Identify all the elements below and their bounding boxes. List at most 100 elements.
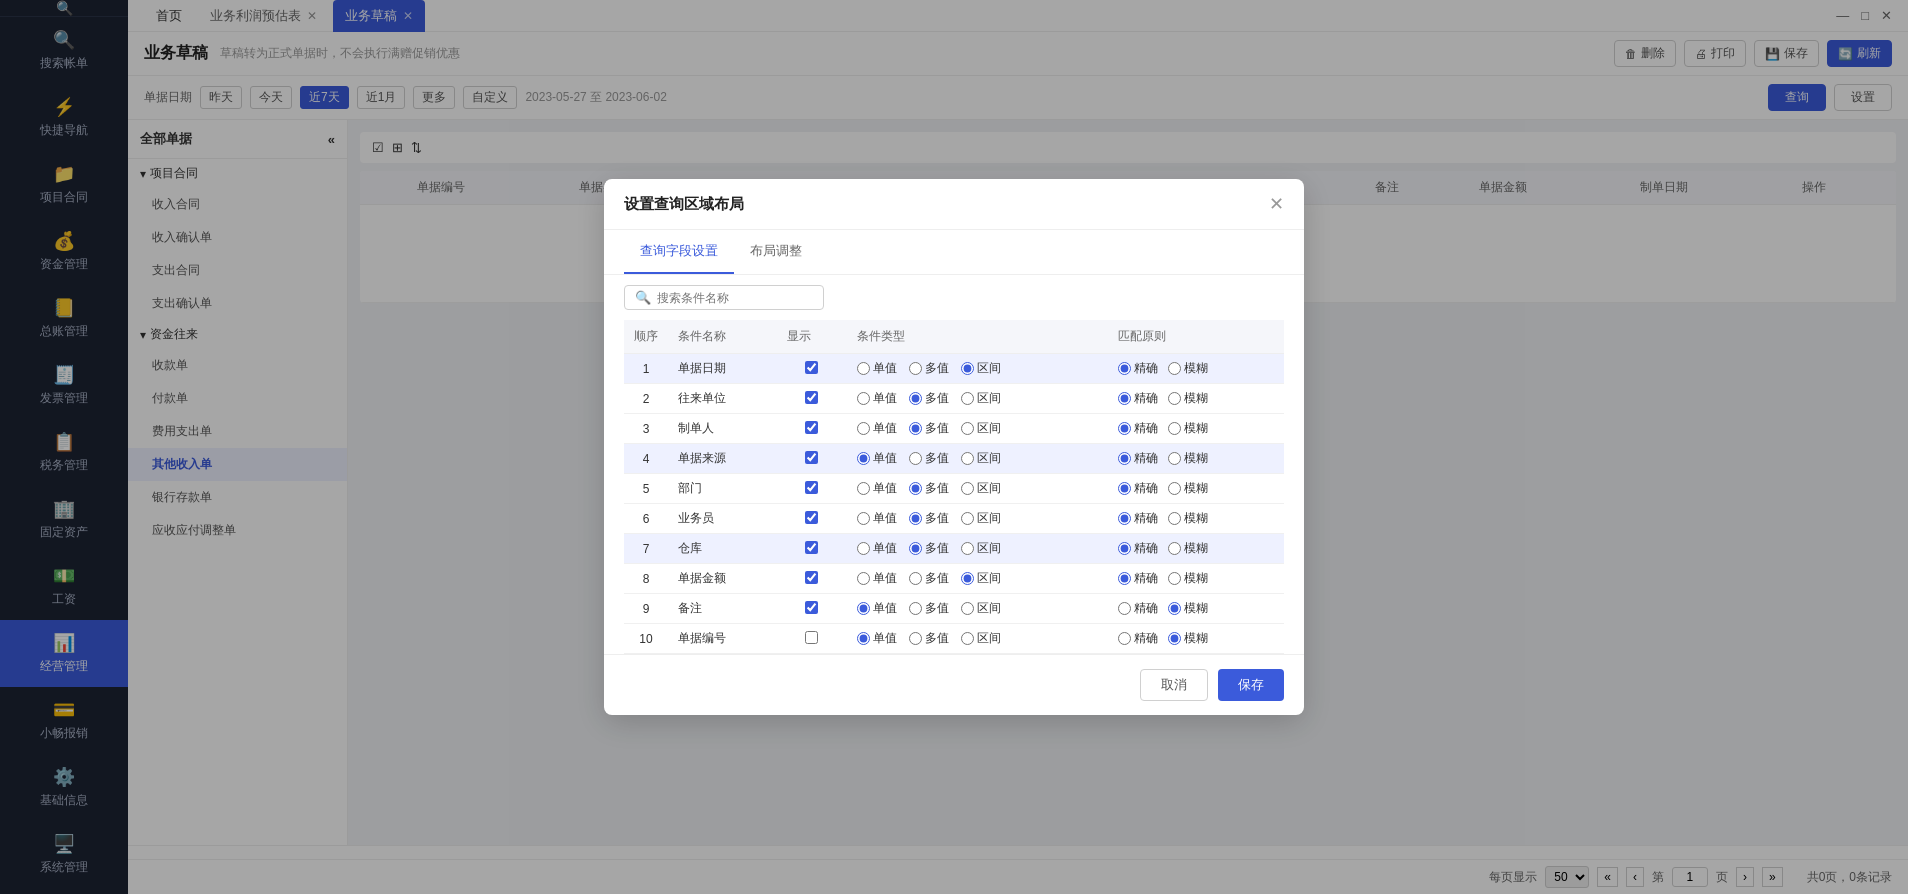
- show-checkbox-7[interactable]: [805, 571, 818, 584]
- modal-save-button[interactable]: 保存: [1218, 669, 1284, 701]
- show-checkbox-0[interactable]: [805, 361, 818, 374]
- modal-table-row: 5 部门 单值多值区间 精确模糊: [624, 474, 1284, 504]
- match-fuzzy-8[interactable]: 模糊: [1168, 600, 1208, 617]
- cond-range-3[interactable]: 区间: [961, 450, 1001, 467]
- cond-range-9[interactable]: 区间: [961, 630, 1001, 647]
- cond-single-5[interactable]: 单值: [857, 510, 897, 527]
- match-fuzzy-2[interactable]: 模糊: [1168, 420, 1208, 437]
- show-checkbox-5[interactable]: [805, 511, 818, 524]
- cond-multi-1[interactable]: 多值: [909, 390, 949, 407]
- cond-range-0[interactable]: 区间: [961, 360, 1001, 377]
- modal-row-show[interactable]: [777, 594, 847, 624]
- cond-single-4[interactable]: 单值: [857, 480, 897, 497]
- cond-single-6[interactable]: 单值: [857, 540, 897, 557]
- cond-single-9[interactable]: 单值: [857, 630, 897, 647]
- modal-row-name: 单据编号: [668, 624, 777, 654]
- cond-multi-6[interactable]: 多值: [909, 540, 949, 557]
- cond-multi-0[interactable]: 多值: [909, 360, 949, 377]
- match-fuzzy-0[interactable]: 模糊: [1168, 360, 1208, 377]
- modal-row-show[interactable]: [777, 564, 847, 594]
- modal-row-name: 业务员: [668, 504, 777, 534]
- cond-range-7[interactable]: 区间: [961, 570, 1001, 587]
- cond-range-5[interactable]: 区间: [961, 510, 1001, 527]
- modal-row-cond-type: 单值多值区间: [847, 414, 1109, 444]
- cond-multi-9[interactable]: 多值: [909, 630, 949, 647]
- cond-single-0[interactable]: 单值: [857, 360, 897, 377]
- modal-row-match: 精确模糊: [1108, 504, 1284, 534]
- modal-tab-fields[interactable]: 查询字段设置: [624, 230, 734, 274]
- match-exact-9[interactable]: 精确: [1118, 630, 1158, 647]
- cond-range-2[interactable]: 区间: [961, 420, 1001, 437]
- show-checkbox-9[interactable]: [805, 631, 818, 644]
- match-exact-8[interactable]: 精确: [1118, 600, 1158, 617]
- modal-row-match: 精确模糊: [1108, 354, 1284, 384]
- show-checkbox-3[interactable]: [805, 451, 818, 464]
- cond-multi-4[interactable]: 多值: [909, 480, 949, 497]
- modal-row-cond-type: 单值多值区间: [847, 504, 1109, 534]
- modal-close-button[interactable]: ✕: [1269, 193, 1284, 215]
- show-checkbox-2[interactable]: [805, 421, 818, 434]
- search-box: 🔍: [624, 285, 824, 310]
- modal-row-order: 9: [624, 594, 668, 624]
- match-exact-3[interactable]: 精确: [1118, 450, 1158, 467]
- cond-single-2[interactable]: 单值: [857, 420, 897, 437]
- match-fuzzy-1[interactable]: 模糊: [1168, 390, 1208, 407]
- modal-col-order: 顺序: [624, 320, 668, 354]
- match-exact-7[interactable]: 精确: [1118, 570, 1158, 587]
- cond-range-1[interactable]: 区间: [961, 390, 1001, 407]
- cond-multi-5[interactable]: 多值: [909, 510, 949, 527]
- show-checkbox-4[interactable]: [805, 481, 818, 494]
- match-exact-1[interactable]: 精确: [1118, 390, 1158, 407]
- cond-multi-3[interactable]: 多值: [909, 450, 949, 467]
- cond-multi-2[interactable]: 多值: [909, 420, 949, 437]
- cond-single-8[interactable]: 单值: [857, 600, 897, 617]
- modal-row-show[interactable]: [777, 444, 847, 474]
- match-fuzzy-5[interactable]: 模糊: [1168, 510, 1208, 527]
- modal-row-show[interactable]: [777, 534, 847, 564]
- modal-row-show[interactable]: [777, 414, 847, 444]
- modal-table-row: 6 业务员 单值多值区间 精确模糊: [624, 504, 1284, 534]
- show-checkbox-1[interactable]: [805, 391, 818, 404]
- modal-tab-layout[interactable]: 布局调整: [734, 230, 818, 274]
- modal-table-row: 1 单据日期 单值多值区间 精确模糊: [624, 354, 1284, 384]
- modal-search: 🔍: [604, 275, 1304, 320]
- match-fuzzy-7[interactable]: 模糊: [1168, 570, 1208, 587]
- modal-footer: 取消 保存: [604, 654, 1304, 715]
- modal-body: 查询字段设置 布局调整 🔍 顺序 条件名称 显示: [604, 230, 1304, 654]
- modal-row-show[interactable]: [777, 474, 847, 504]
- modal-row-cond-type: 单值多值区间: [847, 594, 1109, 624]
- cond-range-8[interactable]: 区间: [961, 600, 1001, 617]
- search-input[interactable]: [657, 291, 807, 305]
- match-fuzzy-3[interactable]: 模糊: [1168, 450, 1208, 467]
- cond-single-1[interactable]: 单值: [857, 390, 897, 407]
- modal-table-row: 2 往来单位 单值多值区间 精确模糊: [624, 384, 1284, 414]
- modal-row-name: 仓库: [668, 534, 777, 564]
- modal-row-show[interactable]: [777, 384, 847, 414]
- match-exact-0[interactable]: 精确: [1118, 360, 1158, 377]
- cancel-button[interactable]: 取消: [1140, 669, 1208, 701]
- match-exact-6[interactable]: 精确: [1118, 540, 1158, 557]
- match-exact-2[interactable]: 精确: [1118, 420, 1158, 437]
- modal-tabs: 查询字段设置 布局调整: [604, 230, 1304, 275]
- match-fuzzy-4[interactable]: 模糊: [1168, 480, 1208, 497]
- modal-row-show[interactable]: [777, 504, 847, 534]
- modal-row-name: 往来单位: [668, 384, 777, 414]
- modal-row-show[interactable]: [777, 354, 847, 384]
- cond-range-6[interactable]: 区间: [961, 540, 1001, 557]
- modal-row-show[interactable]: [777, 624, 847, 654]
- modal-row-cond-type: 单值多值区间: [847, 474, 1109, 504]
- show-checkbox-6[interactable]: [805, 541, 818, 554]
- match-exact-4[interactable]: 精确: [1118, 480, 1158, 497]
- cond-single-7[interactable]: 单值: [857, 570, 897, 587]
- match-fuzzy-6[interactable]: 模糊: [1168, 540, 1208, 557]
- show-checkbox-8[interactable]: [805, 601, 818, 614]
- cond-multi-7[interactable]: 多值: [909, 570, 949, 587]
- cond-range-4[interactable]: 区间: [961, 480, 1001, 497]
- cond-multi-8[interactable]: 多值: [909, 600, 949, 617]
- cond-single-3[interactable]: 单值: [857, 450, 897, 467]
- modal-row-order: 2: [624, 384, 668, 414]
- match-exact-5[interactable]: 精确: [1118, 510, 1158, 527]
- modal-row-order: 6: [624, 504, 668, 534]
- modal-row-cond-type: 单值多值区间: [847, 624, 1109, 654]
- match-fuzzy-9[interactable]: 模糊: [1168, 630, 1208, 647]
